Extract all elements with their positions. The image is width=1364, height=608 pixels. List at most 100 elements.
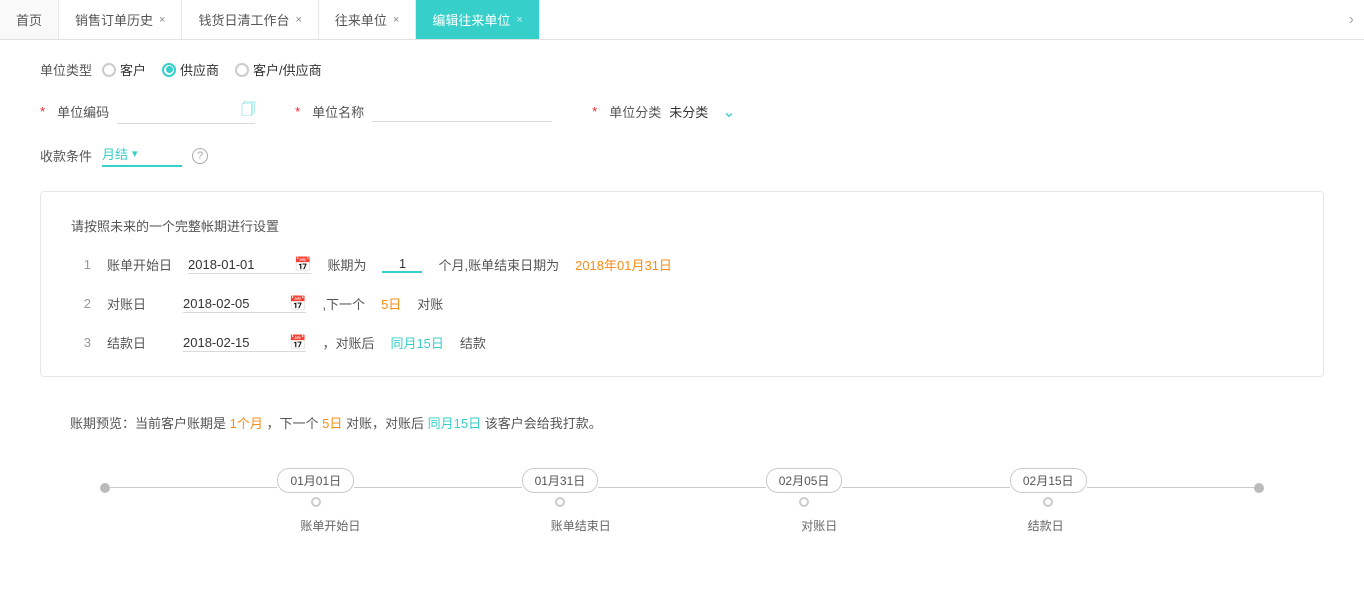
unit-name-label: 单位名称 [312,102,364,121]
unit-category-label: 单位分类 [609,102,661,121]
tab-sales-history[interactable]: 销售订单历史 × [59,0,182,39]
unit-category-group: * 单位分类 未分类 ⌄ [592,102,736,122]
unit-category-value: 未分类 [669,102,708,121]
unit-type-label: 单位类型 [40,60,92,79]
row-2-desc-prefix: ,下一个 [322,294,365,313]
unit-code-input-wrapper: 000001 🗍 [117,99,255,124]
row-3-date-field[interactable] [183,335,283,350]
tabs-scroll-arrow[interactable]: › [1339,11,1364,29]
payment-condition-select[interactable]: 月结 ▾ [102,144,182,167]
payment-condition-value: 月结 [102,144,128,163]
tab-partner[interactable]: 往来单位 × [319,0,416,39]
tab-cash-work[interactable]: 钱货日清工作台 × [182,0,318,39]
unit-code-input[interactable]: 000001 [117,102,237,121]
unit-name-input[interactable]: 河南供应商22 [372,102,552,122]
row-1-calendar-icon[interactable]: 📅 [294,256,311,273]
timeline-label-3: 对账日 [801,517,837,534]
main-content: 单位类型 客户 供应商 客户/供应商 * 单位编码 000001 🗍 [0,40,1364,608]
unit-type-row: 单位类型 客户 供应商 客户/供应商 [40,60,1324,79]
tabs-bar: 首页 销售订单历史 × 钱货日清工作台 × 往来单位 × 编辑往来单位 × › [0,0,1364,40]
row-1-date-input: 📅 [188,256,311,274]
unit-name-group: * 单位名称 河南供应商22 [295,102,552,122]
radio-customer-supplier[interactable]: 客户/供应商 [235,60,322,79]
help-icon[interactable]: ? [192,148,208,164]
row-3-num: 3 [71,335,91,350]
radio-customer-circle [102,63,116,77]
row-1-period-label: 账期为 [327,255,366,274]
row-1-period-field[interactable] [382,256,422,272]
row-2-desc-highlight: 5日 [381,294,401,313]
radio-customer-label: 客户 [120,60,146,79]
unit-name-star: * [295,104,300,119]
tab-sales-history-close[interactable]: × [159,14,165,26]
unit-category-dropdown-icon[interactable]: ⌄ [722,102,735,122]
preview-prefix: 账期预览：当前客户账期是 [70,416,226,431]
tab-edit-partner[interactable]: 编辑往来单位 × [416,0,539,39]
preview-mid1: ，下一个 [267,416,319,431]
setting-panel: 请按照未来的一个完整帐期进行设置 1 账单开始日 📅 账期为 个月,账单结束日期… [40,191,1324,377]
preview-day15: 同月15日 [428,416,481,431]
row-3-desc-suffix: 结款 [460,333,486,352]
tab-partner-close[interactable]: × [393,14,399,26]
radio-customer[interactable]: 客户 [102,60,146,79]
timeline-node-3: 02月05日 [766,468,843,507]
row-3-desc-highlight: 同月15日 [390,333,443,352]
radio-customer-supplier-circle [235,63,249,77]
tab-cash-work-close[interactable]: × [295,14,301,26]
timeline-label-4: 结款日 [1028,517,1064,534]
timeline-node-2: 01月31日 [522,468,599,507]
tab-home[interactable]: 首页 [0,0,59,39]
preview-suffix: 该客户会给我打款。 [485,416,602,431]
row-2-date-input: 📅 [183,295,306,313]
row-1-period-end-highlight: 2018年01月31日 [575,255,672,274]
preview-day5: 5日 [322,416,342,431]
payment-condition-row: 收款条件 月结 ▾ ? [40,144,1324,167]
timeline-line-3 [598,487,765,488]
timeline-badge-3: 02月05日 [766,468,843,493]
row-3-field-label: 结款日 [107,333,167,352]
payment-condition-arrow-icon: ▾ [132,147,138,160]
setting-row-2: 2 对账日 📅 ,下一个 5日 对账 [71,294,1293,313]
tab-partner-label: 往来单位 [335,10,387,29]
payment-condition-label: 收款条件 [40,146,92,165]
unit-code-picker-icon[interactable]: 🗍 [241,99,255,123]
timeline-start-dot [100,483,110,493]
row-2-calendar-icon[interactable]: 📅 [289,295,306,312]
row-2-num: 2 [71,296,91,311]
timeline-badge-2: 01月31日 [522,468,599,493]
row-3-calendar-icon[interactable]: 📅 [289,334,306,351]
timeline-dot-2 [555,497,565,507]
panel-title: 请按照未来的一个完整帐期进行设置 [71,216,1293,235]
row-3-desc-prefix: ，对账后 [322,333,374,352]
row-1-field-label: 账单开始日 [107,255,172,274]
radio-customer-supplier-label: 客户/供应商 [253,60,322,79]
unit-category-star: * [592,104,597,119]
tab-edit-partner-label: 编辑往来单位 [432,10,510,29]
row-2-date-field[interactable] [183,296,283,311]
row-1-period-input-wrapper [382,256,422,273]
preview-mid2: 对账，对账后 [346,416,424,431]
unit-code-label: 单位编码 [57,102,109,121]
tab-home-label: 首页 [16,10,42,29]
timeline-end-dot [1254,483,1264,493]
row-1-num: 1 [71,257,91,272]
timeline-label-2: 账单结束日 [551,517,611,534]
timeline-dot-1 [311,497,321,507]
timeline-line-2 [354,487,521,488]
timeline-line-4 [842,487,1009,488]
tab-edit-partner-close[interactable]: × [516,14,522,26]
timeline-node-4: 02月15日 [1010,468,1087,507]
timeline-track: 01月01日 01月31日 02月05日 02月15日 [80,468,1284,507]
radio-supplier[interactable]: 供应商 [162,60,219,79]
setting-row-3: 3 结款日 📅 ，对账后 同月15日 结款 [71,333,1293,352]
radio-supplier-label: 供应商 [180,60,219,79]
unit-fields-row: * 单位编码 000001 🗍 * 单位名称 河南供应商22 * 单位分类 未分… [40,99,1324,124]
timeline-badge-1: 01月01日 [277,468,354,493]
row-2-desc-suffix: 对账 [417,294,443,313]
row-1-date-field[interactable] [188,257,288,272]
setting-row-1: 1 账单开始日 📅 账期为 个月,账单结束日期为 2018年01月31日 [71,255,1293,274]
timeline-dot-4 [1043,497,1053,507]
radio-supplier-circle [162,63,176,77]
preview-section: 账期预览：当前客户账期是 1个月 ，下一个 5日 对账，对账后 同月15日 该客… [40,397,1324,448]
unit-code-group: * 单位编码 000001 🗍 [40,99,255,124]
